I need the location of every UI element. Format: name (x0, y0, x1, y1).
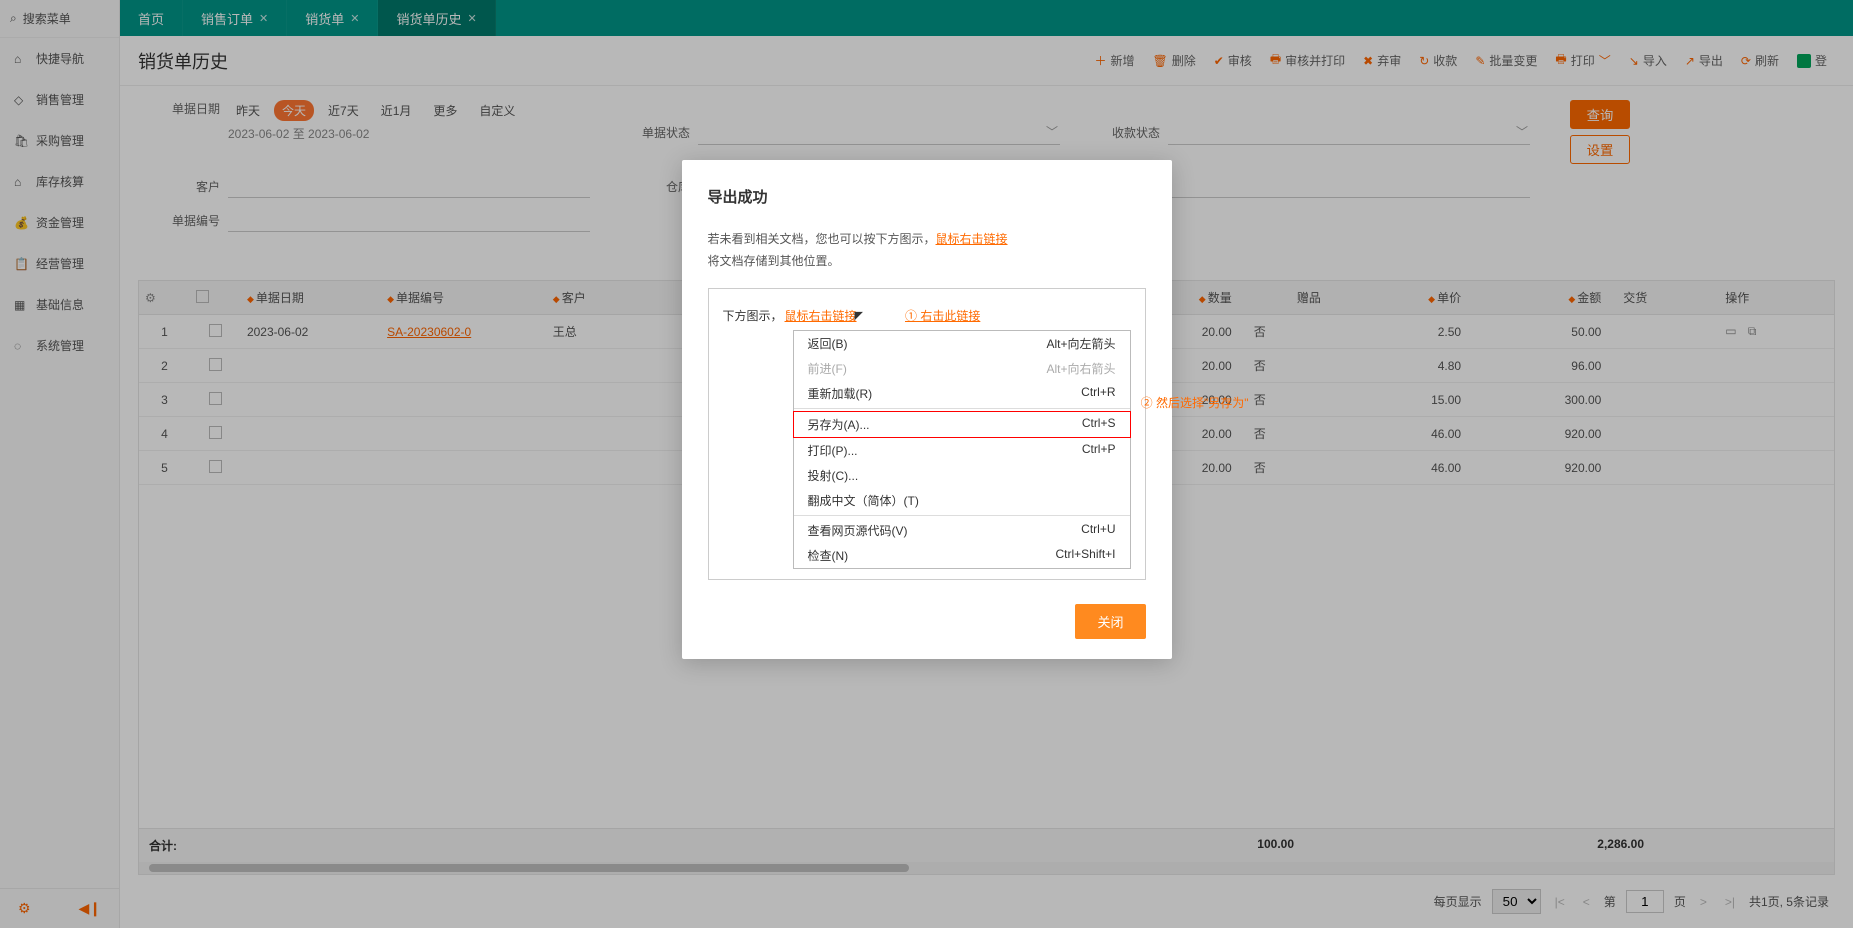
ctx-shortcut: Ctrl+Shift+I (1055, 547, 1115, 564)
ctx-item: 检查(N) Ctrl+Shift+I (794, 543, 1130, 568)
ctx-item: 另存为(A)... Ctrl+S (793, 411, 1131, 438)
ctx-shortcut: Ctrl+R (1081, 385, 1115, 402)
ctx-item: 打印(P)... Ctrl+P (794, 438, 1130, 463)
dialog-line2: 将文档存储到其他位置。 (708, 251, 1146, 273)
fig-link: 鼠标右击链接 (785, 307, 857, 324)
ctx-shortcut: Alt+向左箭头 (1046, 335, 1115, 352)
ctx-shortcut: Ctrl+P (1082, 442, 1116, 459)
ctx-item: 返回(B) Alt+向左箭头 (794, 331, 1130, 356)
ctx-item: 前进(F) Alt+向右箭头 (794, 356, 1130, 381)
cursor-icon: ◤ (855, 309, 863, 322)
ctx-label: 另存为(A)... (808, 416, 870, 433)
ctx-label: 检查(N) (808, 547, 849, 564)
fig-ann2: ② 然后选择"另存为" (1141, 394, 1249, 411)
export-success-dialog: 导出成功 若未看到相关文档，您也可以按下方图示，鼠标右击链接 将文档存储到其他位… (682, 160, 1172, 659)
dialog-figure: 下方图示，鼠标右击链接 ◤ ① 右击此链接 返回(B) Alt+向左箭头前进(F)… (708, 288, 1146, 580)
dialog-line1a: 若未看到相关文档，您也可以按下方图示， (708, 232, 936, 246)
ctx-item: 投射(C)... (794, 463, 1130, 488)
dialog-hint-link[interactable]: 鼠标右击链接 (936, 232, 1008, 246)
ctx-shortcut: Ctrl+S (1082, 416, 1116, 433)
context-menu-sample: 返回(B) Alt+向左箭头前进(F) Alt+向右箭头重新加载(R) Ctrl+R 另… (793, 330, 1131, 569)
ctx-shortcut: Alt+向右箭头 (1046, 360, 1115, 377)
ctx-label: 翻成中文（简体）(T) (808, 492, 919, 509)
ctx-label: 重新加载(R) (808, 385, 873, 402)
ctx-label: 打印(P)... (808, 442, 858, 459)
ctx-label: 查看网页源代码(V) (808, 522, 908, 539)
fig-prefix: 下方图示， (723, 307, 783, 324)
ctx-item: 重新加载(R) Ctrl+R (794, 381, 1130, 406)
modal-overlay: 导出成功 若未看到相关文档，您也可以按下方图示，鼠标右击链接 将文档存储到其他位… (0, 0, 1853, 928)
ctx-label: 返回(B) (808, 335, 848, 352)
ctx-label: 前进(F) (808, 360, 847, 377)
ctx-shortcut: Ctrl+U (1081, 522, 1115, 539)
ctx-label: 投射(C)... (808, 467, 859, 484)
dialog-title: 导出成功 (708, 186, 1146, 207)
fig-ann1: ① 右击此链接 (905, 307, 980, 324)
dialog-close-button[interactable]: 关闭 (1075, 604, 1145, 639)
ctx-item: 查看网页源代码(V) Ctrl+U (794, 518, 1130, 543)
ctx-item: 翻成中文（简体）(T) (794, 488, 1130, 513)
